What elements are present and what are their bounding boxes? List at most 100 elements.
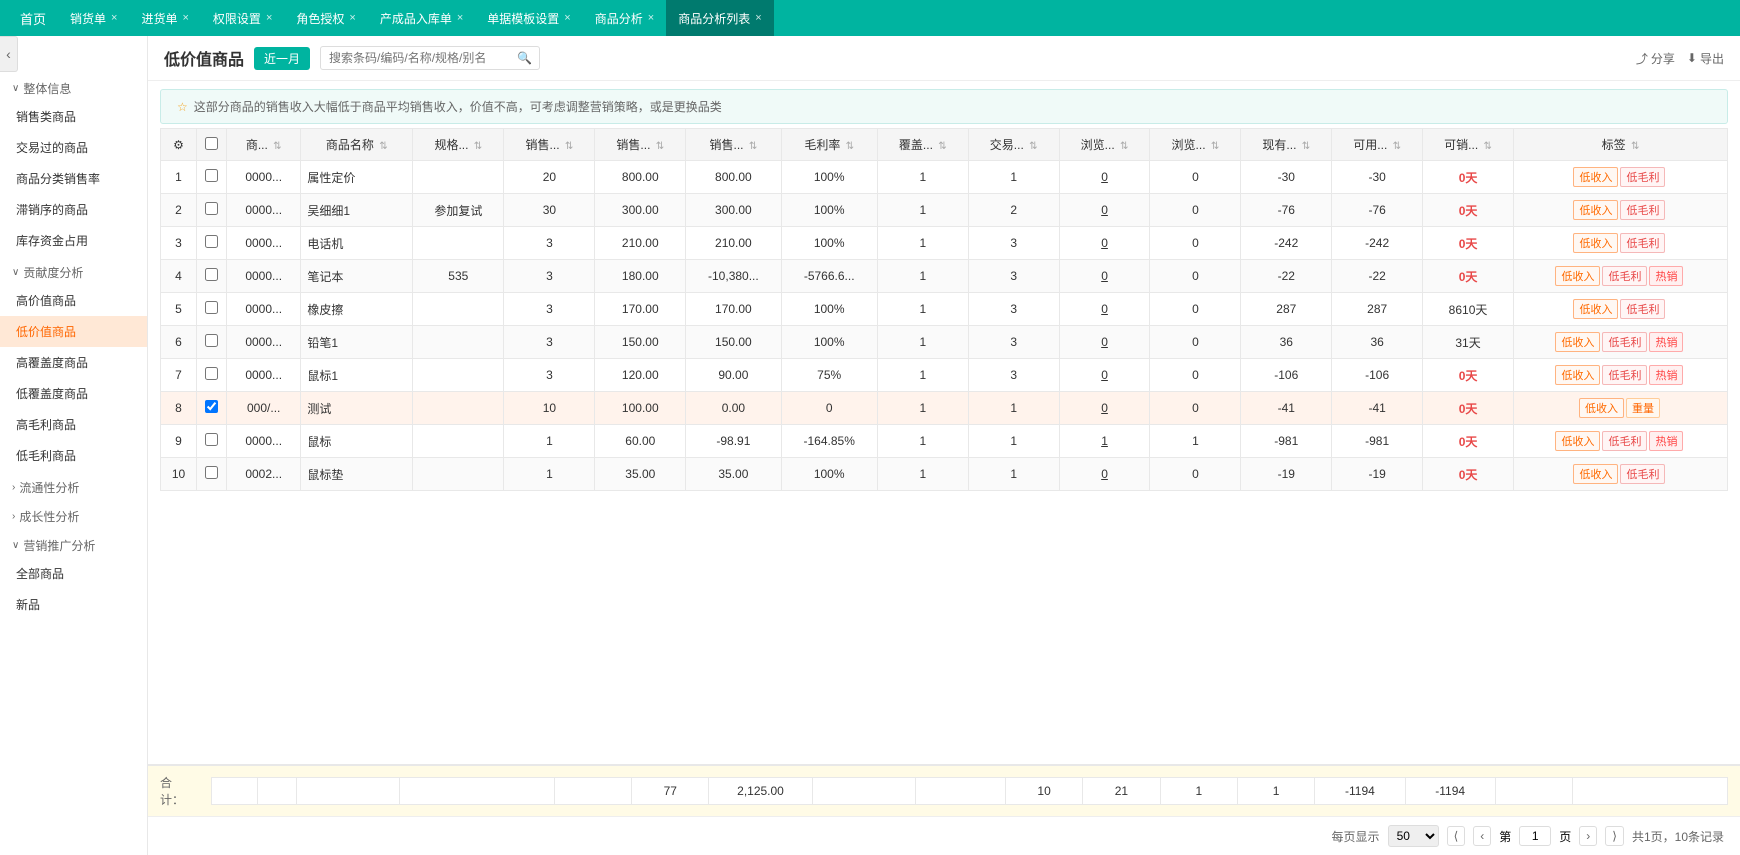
first-page-btn[interactable]: ⟨ [1447, 826, 1466, 846]
cell-checkbox[interactable] [197, 194, 227, 227]
select-all-checkbox[interactable] [205, 137, 218, 150]
col-sale-qty[interactable]: 销售... ⇅ [504, 129, 595, 161]
nav-sales[interactable]: 销货单 × [58, 0, 129, 36]
view-link[interactable]: 0 [1101, 236, 1108, 250]
export-button[interactable]: ⬇ 导出 [1687, 50, 1724, 67]
sidebar-item-high-margin[interactable]: 高毛利商品 [0, 409, 147, 440]
cell-gross-rate: 75% [781, 359, 877, 392]
col-sale-amt2[interactable]: 销售... ⇅ [686, 129, 781, 161]
nav-roles[interactable]: 角色授权 × [284, 0, 367, 36]
nav-sales-close[interactable]: × [111, 12, 117, 24]
nav-analysis-close[interactable]: × [648, 12, 654, 24]
sidebar-item-inventory-cost[interactable]: 库存资金占用 [0, 225, 147, 256]
nav-permissions[interactable]: 权限设置 × [201, 0, 284, 36]
cell-checkbox[interactable] [197, 293, 227, 326]
sidebar-item-low-value[interactable]: 低价值商品 [0, 316, 147, 347]
row-checkbox[interactable] [205, 169, 218, 182]
view-link[interactable]: 1 [1101, 434, 1108, 448]
prev-page-btn[interactable]: ‹ [1473, 826, 1491, 846]
cell-checkbox[interactable] [197, 227, 227, 260]
sidebar-item-new-products[interactable]: 新品 [0, 589, 147, 620]
cell-checkbox[interactable] [197, 392, 227, 425]
col-gross-rate[interactable]: 毛利率 ⇅ [781, 129, 877, 161]
view-link[interactable]: 0 [1101, 401, 1108, 415]
row-checkbox[interactable] [205, 202, 218, 215]
nav-production-close[interactable]: × [457, 12, 463, 24]
sidebar-item-high-value[interactable]: 高价值商品 [0, 285, 147, 316]
row-checkbox[interactable] [205, 367, 218, 380]
col-view1[interactable]: 浏览... ⇅ [1059, 129, 1150, 161]
cell-checkbox[interactable] [197, 359, 227, 392]
col-checkbox[interactable] [197, 129, 227, 161]
view-link[interactable]: 0 [1101, 335, 1108, 349]
nav-home[interactable]: 首页 [8, 0, 58, 36]
nav-template[interactable]: 单据模板设置 × [475, 0, 582, 36]
col-trade[interactable]: 交易... ⇅ [968, 129, 1059, 161]
sidebar-item-sales-products[interactable]: 销售类商品 [0, 101, 147, 132]
cell-checkbox[interactable] [197, 326, 227, 359]
row-checkbox[interactable] [205, 301, 218, 314]
col-coverage[interactable]: 覆盖... ⇅ [877, 129, 968, 161]
share-button[interactable]: ⤴ 分享 [1636, 50, 1675, 67]
view-link[interactable]: 0 [1101, 269, 1108, 283]
page-number-input[interactable] [1519, 826, 1551, 846]
row-checkbox[interactable] [205, 268, 218, 281]
nav-permissions-close[interactable]: × [266, 12, 272, 24]
col-stock2[interactable]: 可用... ⇅ [1332, 129, 1423, 161]
col-sale-amt1[interactable]: 销售... ⇅ [595, 129, 686, 161]
nav-production[interactable]: 产成品入库单 × [368, 0, 475, 36]
col-code[interactable]: 商... ⇅ [227, 129, 301, 161]
row-checkbox[interactable] [205, 400, 218, 413]
nav-analysis[interactable]: 商品分析 × [583, 0, 666, 36]
cell-checkbox[interactable] [197, 161, 227, 194]
col-settings[interactable]: ⚙ [161, 129, 197, 161]
cell-checkbox[interactable] [197, 425, 227, 458]
nav-analysis-list-close[interactable]: × [755, 12, 761, 24]
page-size-select[interactable]: 50 100 200 [1388, 825, 1439, 847]
view-link[interactable]: 0 [1101, 467, 1108, 481]
row-checkbox[interactable] [205, 334, 218, 347]
sidebar-group-marketing[interactable]: ∨ 营销推广分析 [0, 529, 147, 558]
col-stock3[interactable]: 可销... ⇅ [1423, 129, 1514, 161]
view-link[interactable]: 0 [1101, 368, 1108, 382]
cell-checkbox[interactable] [197, 260, 227, 293]
col-stock1[interactable]: 现有... ⇅ [1241, 129, 1332, 161]
nav-template-close[interactable]: × [564, 12, 570, 24]
view-link[interactable]: 0 [1101, 302, 1108, 316]
last-page-btn[interactable]: ⟩ [1605, 826, 1624, 846]
nav-purchase[interactable]: 进货单 × [129, 0, 200, 36]
col-spec[interactable]: 规格... ⇅ [413, 129, 504, 161]
sidebar-item-slow-moving[interactable]: 滞销序的商品 [0, 194, 147, 225]
nav-roles-close[interactable]: × [349, 12, 355, 24]
tag: 低毛利 [1620, 464, 1665, 484]
row-checkbox[interactable] [205, 433, 218, 446]
col-view2[interactable]: 浏览... ⇅ [1150, 129, 1241, 161]
sidebar-item-category-rate[interactable]: 商品分类销售率 [0, 163, 147, 194]
cell-stock3: 0天 [1423, 260, 1514, 293]
view-link[interactable]: 0 [1101, 170, 1108, 184]
period-button[interactable]: 近一月 [254, 47, 310, 70]
sidebar-item-low-coverage[interactable]: 低覆盖度商品 [0, 378, 147, 409]
col-name[interactable]: 商品名称 ⇅ [301, 129, 413, 161]
sidebar-item-all-products[interactable]: 全部商品 [0, 558, 147, 589]
sidebar-group-overall[interactable]: ∨ 整体信息 [0, 72, 147, 101]
search-icon[interactable]: 🔍 [517, 51, 532, 65]
sidebar-item-traded-products[interactable]: 交易过的商品 [0, 132, 147, 163]
sidebar-group-circulation[interactable]: › 流通性分析 [0, 471, 147, 500]
cell-checkbox[interactable] [197, 458, 227, 491]
sidebar-item-low-margin[interactable]: 低毛利商品 [0, 440, 147, 471]
next-page-btn[interactable]: › [1579, 826, 1597, 846]
row-checkbox[interactable] [205, 235, 218, 248]
cell-stock1: -19 [1241, 458, 1332, 491]
sidebar-item-high-coverage[interactable]: 高覆盖度商品 [0, 347, 147, 378]
cell-stock3: 0天 [1423, 425, 1514, 458]
view-link[interactable]: 0 [1101, 203, 1108, 217]
nav-analysis-list[interactable]: 商品分析列表 × [666, 0, 773, 36]
nav-purchase-close[interactable]: × [182, 12, 188, 24]
sidebar-collapse-btn[interactable]: ‹ [0, 36, 18, 72]
sidebar-group-growth[interactable]: › 成长性分析 [0, 500, 147, 529]
search-input[interactable] [320, 46, 540, 70]
row-checkbox[interactable] [205, 466, 218, 479]
sidebar-group-contribution[interactable]: ∨ 贡献度分析 [0, 256, 147, 285]
col-tags[interactable]: 标签 ⇅ [1513, 129, 1727, 161]
